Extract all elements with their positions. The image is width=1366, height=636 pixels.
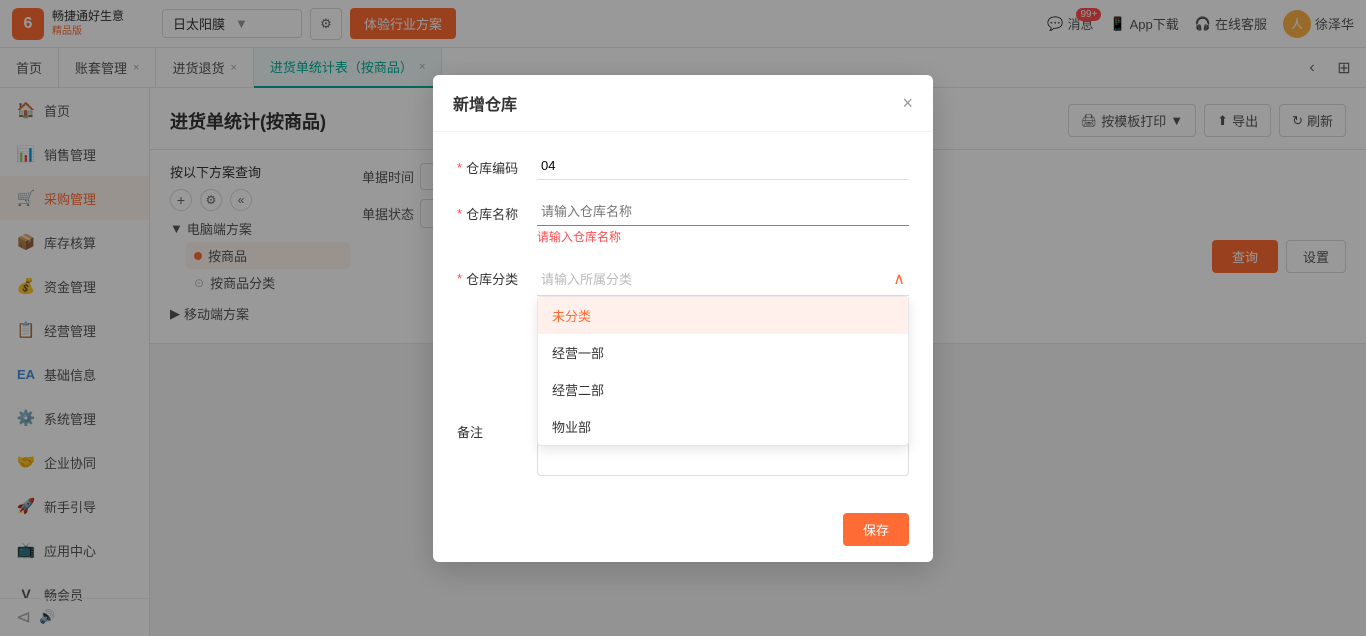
warehouse-code-row: * 仓库编码 bbox=[457, 152, 909, 180]
warehouse-name-input[interactable] bbox=[537, 198, 909, 226]
modal-body: * 仓库编码 * 仓库名称 请输入仓库名称 bbox=[433, 132, 933, 479]
save-button[interactable]: 保存 bbox=[843, 513, 909, 546]
warehouse-note-label: 备注 bbox=[457, 416, 537, 441]
warehouse-code-input[interactable] bbox=[537, 152, 909, 180]
warehouse-category-field: 请输入所属分类 ∧ 未分类 经营一部 经营二部 物业部 bbox=[537, 263, 909, 296]
modal-footer: 保存 bbox=[433, 497, 933, 562]
modal-new-warehouse: 新增仓库 × * 仓库编码 * 仓库名称 bbox=[433, 75, 933, 562]
modal-title: 新增仓库 bbox=[453, 91, 517, 115]
modal-header: 新增仓库 × bbox=[433, 75, 933, 132]
warehouse-category-select[interactable]: 请输入所属分类 ∧ bbox=[537, 263, 909, 296]
dropdown-item-dept2[interactable]: 经营二部 bbox=[538, 371, 908, 408]
warehouse-category-row: * 仓库分类 请输入所属分类 ∧ 未分类 经营一部 经营二部 物业部 bbox=[457, 263, 909, 296]
category-placeholder: 请输入所属分类 bbox=[541, 269, 632, 288]
modal-close-btn[interactable]: × bbox=[902, 94, 913, 112]
dropdown-item-uncategorized[interactable]: 未分类 bbox=[538, 297, 908, 334]
warehouse-code-field bbox=[537, 152, 909, 180]
warehouse-name-field: 请输入仓库名称 bbox=[537, 198, 909, 245]
modal-overlay: 新增仓库 × * 仓库编码 * 仓库名称 bbox=[0, 0, 1366, 636]
category-chevron-icon: ∧ bbox=[893, 269, 905, 289]
warehouse-name-label: * 仓库名称 bbox=[457, 198, 537, 223]
dropdown-item-dept3[interactable]: 物业部 bbox=[538, 408, 908, 445]
warehouse-category-label: * 仓库分类 bbox=[457, 263, 537, 288]
warehouse-name-row: * 仓库名称 请输入仓库名称 bbox=[457, 198, 909, 245]
warehouse-name-error: 请输入仓库名称 bbox=[537, 228, 909, 245]
dropdown-item-dept1[interactable]: 经营一部 bbox=[538, 334, 908, 371]
category-dropdown: 未分类 经营一部 经营二部 物业部 bbox=[537, 296, 909, 446]
warehouse-code-label: * 仓库编码 bbox=[457, 152, 537, 177]
